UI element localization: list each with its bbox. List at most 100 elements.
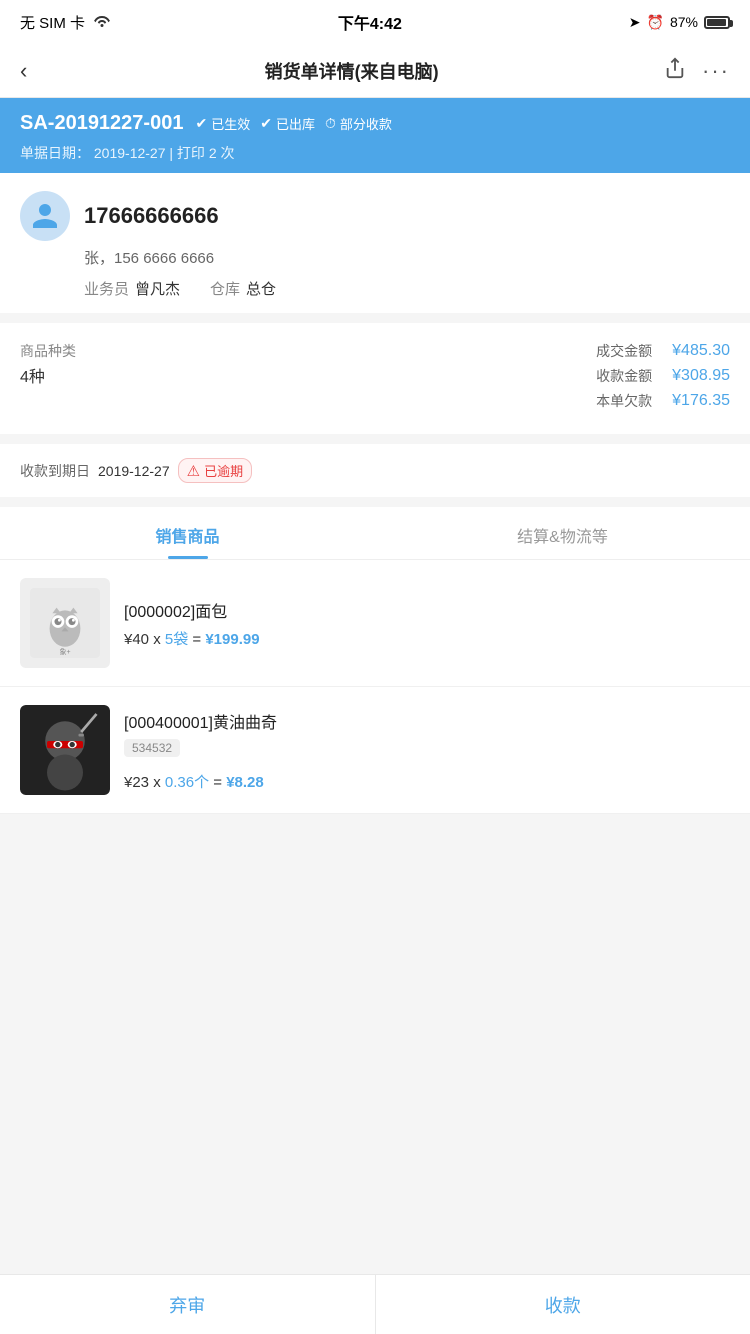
nav-bar: ‹ 销货单详情(来自电脑) ··· bbox=[0, 44, 750, 98]
received-value: ¥308.95 bbox=[672, 367, 730, 385]
banner-badges: ✔ 已生效 ✔ 已出库 ⏱ 部分收款 bbox=[195, 114, 391, 133]
price-base-2: ¥23 bbox=[124, 774, 149, 791]
order-id: SA-20191227-001 bbox=[20, 112, 183, 135]
warehouse-name: 总仓 bbox=[246, 278, 276, 299]
product-name-2: [000400001]黄油曲奇 bbox=[124, 709, 730, 733]
badge-shipped-text: 已出库 bbox=[276, 114, 315, 133]
product-code-2: [000400001] bbox=[124, 715, 213, 732]
product-title-1: 面包 bbox=[195, 604, 227, 621]
bottom-bar: 弃审 收款 bbox=[0, 1274, 750, 1334]
tabs-container: 销售商品 结算&物流等 bbox=[0, 507, 750, 560]
battery-percent: 87% bbox=[670, 14, 698, 30]
carrier-text: 无 SIM 卡 bbox=[20, 12, 85, 33]
amount-label: 成交金额 bbox=[596, 341, 652, 361]
amount-value: ¥485.30 bbox=[672, 342, 730, 360]
status-time: 下午4:42 bbox=[338, 10, 402, 34]
header-banner: SA-20191227-001 ✔ 已生效 ✔ 已出库 ⏱ 部分收款 单据日期：… bbox=[0, 98, 750, 173]
product-title-2: 黄油曲奇 bbox=[213, 715, 277, 732]
debt-value: ¥176.35 bbox=[672, 392, 730, 410]
amount-row: 成交金额 ¥485.30 bbox=[596, 341, 730, 361]
summary-card: 商品种类 4种 成交金额 ¥485.30 收款金额 ¥308.95 本单欠款 ¥… bbox=[0, 323, 750, 434]
wifi-icon bbox=[93, 13, 111, 31]
location-icon: ➤ bbox=[629, 14, 641, 31]
price-eq-2: = bbox=[213, 774, 226, 791]
tab-settlement-label: 结算&物流等 bbox=[517, 529, 608, 546]
tab-settlement[interactable]: 结算&物流等 bbox=[375, 507, 750, 559]
badge-partial-text: 部分收款 bbox=[340, 114, 392, 133]
clock-icon: ⏱ bbox=[325, 115, 336, 132]
nav-actions: ··· bbox=[664, 57, 730, 85]
tab-sales-label: 销售商品 bbox=[155, 529, 219, 546]
category-label: 商品种类 bbox=[20, 341, 76, 361]
tab-sales-products[interactable]: 销售商品 bbox=[0, 507, 375, 559]
price-x-1: x bbox=[153, 631, 165, 648]
overdue-icon: ⚠ bbox=[187, 462, 200, 480]
due-date-label: 收款到期日 bbox=[20, 461, 90, 481]
product-thumb-2 bbox=[20, 705, 110, 795]
summary-left: 商品种类 4种 bbox=[20, 341, 76, 387]
badge-active: ✔ 已生效 bbox=[195, 114, 250, 133]
badge-shipped: ✔ 已出库 bbox=[260, 114, 315, 133]
received-label: 收款金额 bbox=[596, 366, 652, 386]
print-suffix: 次 bbox=[221, 145, 235, 161]
sku-badge: 534532 bbox=[124, 739, 180, 757]
overdue-text: 已逾期 bbox=[204, 461, 243, 480]
product-price-2: ¥23 x 0.36个 = ¥8.28 bbox=[124, 771, 730, 792]
product-name-1: [0000002]面包 bbox=[124, 598, 730, 622]
banner-date: 单据日期： 2019-12-27 | 打印 2 次 bbox=[20, 143, 730, 163]
customer-avatar bbox=[20, 191, 70, 241]
price-eq-1: = bbox=[192, 631, 205, 648]
table-row: 象+ [0000002]面包 ¥40 x 5袋 = ¥199.99 bbox=[0, 560, 750, 687]
received-row: 收款金额 ¥308.95 bbox=[596, 366, 730, 386]
products-list: 象+ [0000002]面包 ¥40 x 5袋 = ¥199.99 bbox=[0, 560, 750, 814]
staff-row: 业务员 曾凡杰 仓库 总仓 bbox=[20, 278, 730, 299]
battery-icon bbox=[704, 16, 730, 29]
price-base-1: ¥40 bbox=[124, 631, 149, 648]
collect-payment-label: 收款 bbox=[545, 1292, 581, 1318]
price-qty-1: 5袋 bbox=[165, 631, 188, 648]
summary-right: 成交金额 ¥485.30 收款金额 ¥308.95 本单欠款 ¥176.35 bbox=[596, 341, 730, 416]
back-button[interactable]: ‹ bbox=[20, 50, 39, 92]
table-row: [000400001]黄油曲奇 534532 ¥23 x 0.36个 = ¥8.… bbox=[0, 687, 750, 814]
svg-text:象+: 象+ bbox=[59, 647, 70, 656]
warehouse-label: 仓库 bbox=[210, 278, 240, 299]
due-date-value: 2019-12-27 bbox=[98, 463, 170, 479]
more-button[interactable]: ··· bbox=[702, 58, 730, 84]
overdue-badge: ⚠ 已逾期 bbox=[178, 458, 252, 483]
product-price-1: ¥40 x 5袋 = ¥199.99 bbox=[124, 628, 730, 649]
page-title: 销货单详情(来自电脑) bbox=[39, 58, 664, 84]
product-thumb-1: 象+ bbox=[20, 578, 110, 668]
sku-badge-container: 534532 bbox=[124, 739, 730, 765]
date-value: 2019-12-27 bbox=[94, 145, 166, 161]
debt-label: 本单欠款 bbox=[596, 391, 652, 411]
price-total-1: ¥199.99 bbox=[205, 631, 259, 648]
status-left: 无 SIM 卡 bbox=[20, 12, 111, 33]
check-icon-2: ✔ bbox=[260, 115, 272, 132]
abandon-review-label: 弃审 bbox=[169, 1292, 205, 1318]
price-qty-2: 0.36个 bbox=[165, 774, 209, 791]
product-code-1: [0000002] bbox=[124, 604, 195, 621]
badge-active-text: 已生效 bbox=[211, 114, 250, 133]
product-info-2: [000400001]黄油曲奇 534532 ¥23 x 0.36个 = ¥8.… bbox=[124, 709, 730, 792]
debt-row: 本单欠款 ¥176.35 bbox=[596, 391, 730, 411]
customer-name: 17666666666 bbox=[84, 203, 219, 229]
check-icon-1: ✔ bbox=[195, 115, 207, 132]
product-info-1: [0000002]面包 ¥40 x 5袋 = ¥199.99 bbox=[124, 598, 730, 649]
customer-info-card: 17666666666 张，156 6666 6666 业务员 曾凡杰 仓库 总… bbox=[0, 173, 750, 313]
alarm-icon: ⏰ bbox=[647, 14, 664, 31]
collect-payment-button[interactable]: 收款 bbox=[376, 1275, 750, 1334]
customer-row: 17666666666 bbox=[20, 191, 730, 241]
due-date-card: 收款到期日 2019-12-27 ⚠ 已逾期 bbox=[0, 444, 750, 497]
banner-top: SA-20191227-001 ✔ 已生效 ✔ 已出库 ⏱ 部分收款 bbox=[20, 112, 730, 135]
date-label: 单据日期： bbox=[20, 145, 90, 161]
badge-partial: ⏱ 部分收款 bbox=[325, 114, 392, 133]
customer-detail: 张，156 6666 6666 bbox=[20, 247, 730, 268]
status-right: ➤ ⏰ 87% bbox=[629, 14, 730, 31]
print-label: | 打印 bbox=[169, 145, 205, 161]
category-count: 4种 bbox=[20, 363, 76, 387]
staff-label: 业务员 bbox=[84, 278, 129, 299]
abandon-review-button[interactable]: 弃审 bbox=[0, 1275, 376, 1334]
staff-name: 曾凡杰 bbox=[135, 278, 180, 299]
share-button[interactable] bbox=[664, 57, 686, 85]
price-x-2: x bbox=[153, 774, 165, 791]
